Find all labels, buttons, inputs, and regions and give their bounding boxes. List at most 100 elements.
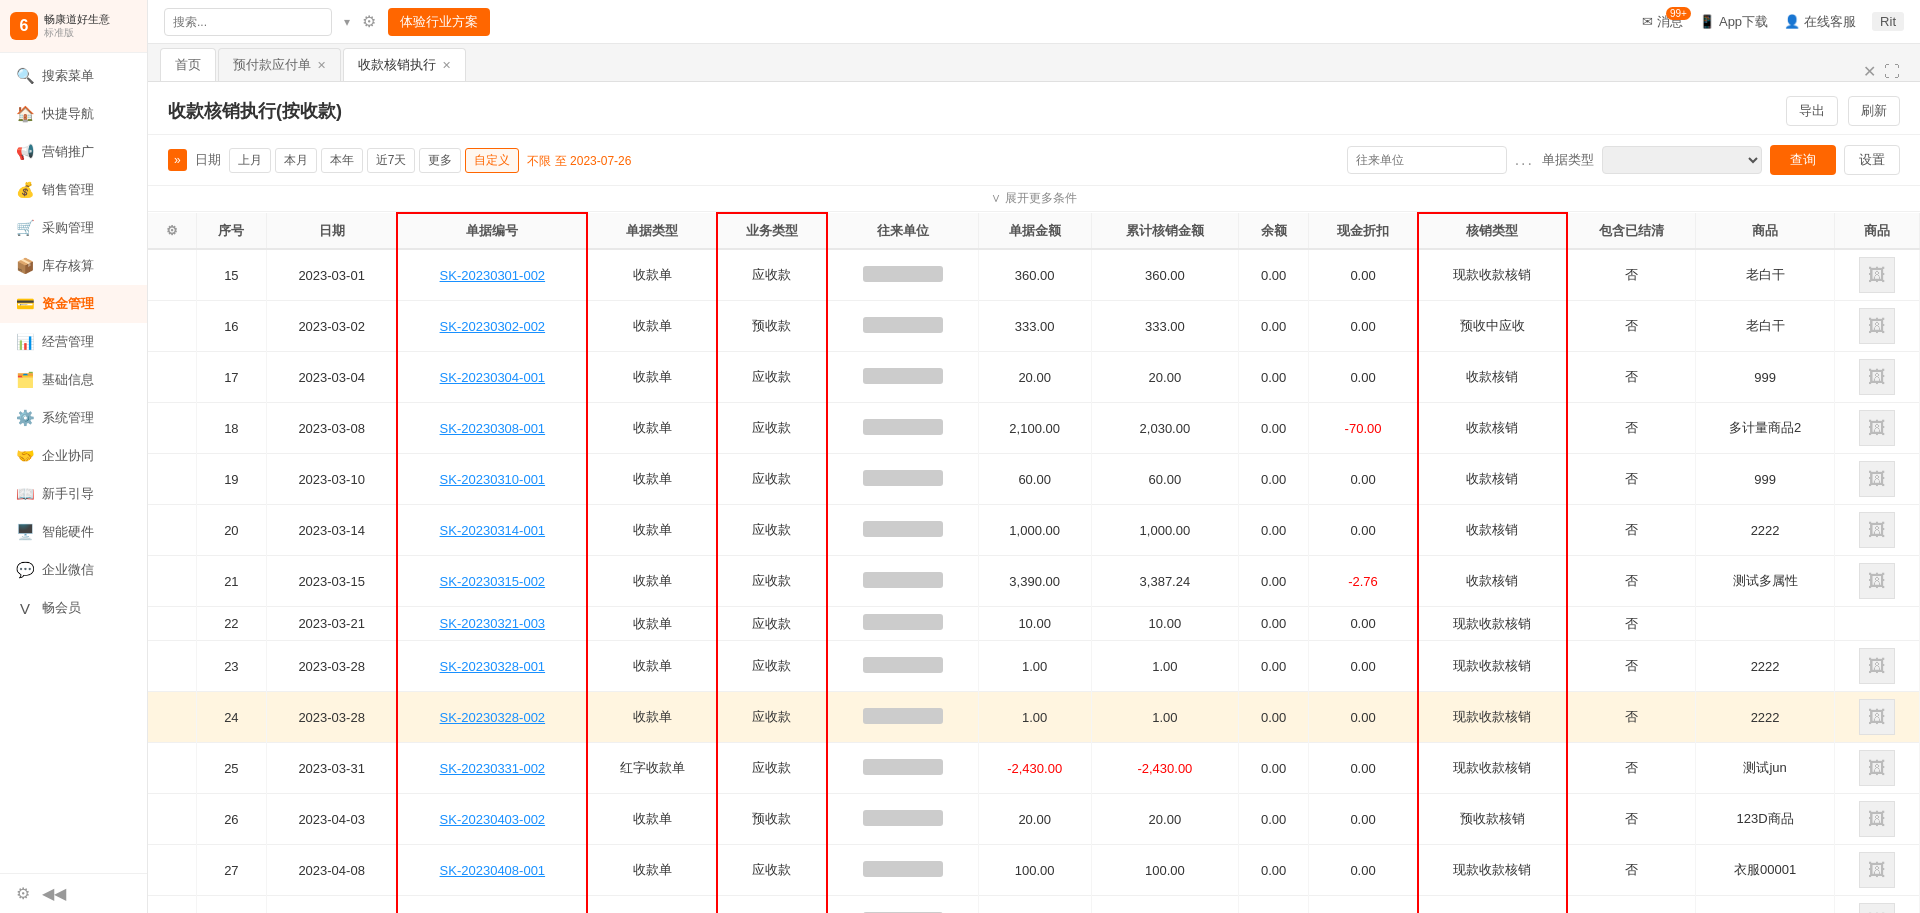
sidebar-item-label: 企业协同	[42, 447, 94, 465]
col-include-settled: 包含已结清	[1567, 213, 1696, 249]
filter-date-custom[interactable]: 自定义	[465, 148, 519, 173]
solution-button[interactable]: 体验行业方案	[388, 8, 490, 36]
filter-date-this-year[interactable]: 本年	[321, 148, 363, 173]
table-row[interactable]: 242023-03-28SK-20230328-002收款单应收款1.001.0…	[148, 692, 1920, 743]
topbar-right: ✉ 消息 99+ 📱 App下载 👤 在线客服 Rit	[1642, 12, 1904, 31]
table-row[interactable]: 162023-03-02SK-20230302-002收款单预收款333.003…	[148, 301, 1920, 352]
col-biz-type: 业务类型	[717, 213, 827, 249]
filter-date-this-month[interactable]: 本月	[275, 148, 317, 173]
sidebar-item-purchase[interactable]: 🛒 采购管理	[0, 209, 147, 247]
sidebar-item-inventory[interactable]: 📦 库存核算	[0, 247, 147, 285]
sidebar-item-label: 库存核算	[42, 257, 94, 275]
tab-expand-icon[interactable]: ⛶	[1884, 63, 1900, 81]
sidebar-item-search[interactable]: 🔍 搜索菜单	[0, 57, 147, 95]
collapse-icon[interactable]: ◀◀	[42, 884, 66, 903]
table-row[interactable]: 252023-03-31SK-20230331-002红字收款单应收款-2,43…	[148, 743, 1920, 794]
bill-no-link[interactable]: SK-20230310-001	[397, 454, 587, 505]
app-label: App下载	[1719, 13, 1768, 31]
table-row[interactable]: 152023-03-01SK-20230301-002收款单应收款360.003…	[148, 249, 1920, 301]
table-row[interactable]: 172023-03-04SK-20230304-001收款单应收款20.0020…	[148, 352, 1920, 403]
sidebar-item-label: 智能硬件	[42, 523, 94, 541]
filter-set-button[interactable]: 设置	[1844, 145, 1900, 175]
topbar-app[interactable]: 📱 App下载	[1699, 13, 1768, 31]
tab-home[interactable]: 首页	[160, 48, 216, 81]
table-row[interactable]: 212023-03-15SK-20230315-002收款单应收款3,390.0…	[148, 556, 1920, 607]
bill-no-link[interactable]: SK-20230304-001	[397, 352, 587, 403]
bill-no-link[interactable]: SK-20230403-002	[397, 794, 587, 845]
table-row[interactable]: 182023-03-08SK-20230308-001收款单应收款2,100.0…	[148, 403, 1920, 454]
table-row[interactable]: 232023-03-28SK-20230328-001收款单应收款1.001.0…	[148, 641, 1920, 692]
filter-toggle-icon[interactable]: »	[168, 149, 187, 171]
tab-collection-close-icon[interactable]: ✕	[442, 59, 451, 72]
sidebar-item-guide[interactable]: 📖 新手引导	[0, 475, 147, 513]
table-row[interactable]: 262023-04-03SK-20230403-002收款单预收款20.0020…	[148, 794, 1920, 845]
sidebar-item-sales[interactable]: 💰 销售管理	[0, 171, 147, 209]
tab-home-label: 首页	[175, 56, 201, 74]
col-gear[interactable]: ⚙	[148, 213, 196, 249]
col-bill-no: 单据编号	[397, 213, 587, 249]
col-discount: 现金折扣	[1309, 213, 1418, 249]
sidebar-item-base[interactable]: 🗂️ 基础信息	[0, 361, 147, 399]
sidebar-item-label: 经营管理	[42, 333, 94, 351]
sidebar-item-wechat[interactable]: 💬 企业微信	[0, 551, 147, 589]
table-row[interactable]: 272023-04-08SK-20230408-001收款单应收款100.001…	[148, 845, 1920, 896]
bill-no-link[interactable]: SK-20230418-001	[397, 896, 587, 914]
system-icon: ⚙️	[16, 409, 34, 427]
sidebar-logo: 6 畅康道好生意 标准版	[0, 0, 147, 53]
sidebar-item-label: 采购管理	[42, 219, 94, 237]
topbar-chevron-icon[interactable]: ▾	[344, 15, 350, 29]
refresh-button[interactable]: 刷新	[1848, 96, 1900, 126]
topbar-msg[interactable]: ✉ 消息 99+	[1642, 13, 1683, 31]
bill-no-link[interactable]: SK-20230315-002	[397, 556, 587, 607]
table-wrap: ⚙ 序号 日期 单据编号 单据类型 业务类型 往来单位 单据金额 累计核销金额 …	[148, 212, 1920, 913]
sidebar-item-hardware[interactable]: 🖥️ 智能硬件	[0, 513, 147, 551]
bill-no-link[interactable]: SK-20230301-002	[397, 249, 587, 301]
filter-bar: » 日期 上月 本月 本年 近7天 更多 自定义 不限 至 2023-07-26…	[148, 135, 1920, 186]
sidebar-logo-name: 畅康道好生意	[44, 12, 110, 26]
topbar-service[interactable]: 👤 在线客服	[1784, 13, 1856, 31]
bill-no-link[interactable]: SK-20230328-001	[397, 641, 587, 692]
col-amount: 单据金额	[978, 213, 1091, 249]
wechat-icon: 💬	[16, 561, 34, 579]
table-row[interactable]: 222023-03-21SK-20230321-003收款单应收款10.0010…	[148, 607, 1920, 641]
table-row[interactable]: 282023-04-18SK-20230418-001收款单应收款100.001…	[148, 896, 1920, 914]
sidebar-item-member[interactable]: V 畅会员	[0, 589, 147, 627]
expand-label: 展开更多条件	[1005, 191, 1077, 205]
filter-date-7days[interactable]: 近7天	[367, 148, 416, 173]
sidebar-item-operation[interactable]: 📊 经营管理	[0, 323, 147, 361]
sidebar-item-quicknav[interactable]: 🏠 快捷导航	[0, 95, 147, 133]
filter-type-select[interactable]	[1602, 146, 1762, 174]
filter-date-prev-month[interactable]: 上月	[229, 148, 271, 173]
export-button[interactable]: 导出	[1786, 96, 1838, 126]
sidebar-item-system[interactable]: ⚙️ 系统管理	[0, 399, 147, 437]
table-row[interactable]: 192023-03-10SK-20230310-001收款单应收款60.0060…	[148, 454, 1920, 505]
bill-no-link[interactable]: SK-20230408-001	[397, 845, 587, 896]
topbar-search-input[interactable]	[164, 8, 332, 36]
sidebar-logo-badge: 标准版	[44, 26, 110, 40]
bill-no-link[interactable]: SK-20230328-002	[397, 692, 587, 743]
operation-icon: 📊	[16, 333, 34, 351]
expand-bar[interactable]: ∨ 展开更多条件	[148, 186, 1920, 212]
filter-dots[interactable]: ...	[1515, 151, 1534, 169]
bill-no-link[interactable]: SK-20230314-001	[397, 505, 587, 556]
table-row[interactable]: 202023-03-14SK-20230314-001收款单应收款1,000.0…	[148, 505, 1920, 556]
col-goods-thumb: 商品	[1835, 213, 1920, 249]
bill-no-link[interactable]: SK-20230331-002	[397, 743, 587, 794]
filter-unit-input[interactable]	[1347, 146, 1507, 174]
bill-no-link[interactable]: SK-20230321-003	[397, 607, 587, 641]
tab-prepay-close-icon[interactable]: ✕	[317, 59, 326, 72]
tab-prepay[interactable]: 预付款应付单 ✕	[218, 48, 341, 81]
topbar-gear-icon[interactable]: ⚙	[362, 12, 376, 31]
tab-close-all-icon[interactable]: ✕	[1863, 62, 1876, 81]
bill-no-link[interactable]: SK-20230302-002	[397, 301, 587, 352]
sidebar-item-marketing[interactable]: 📢 营销推广	[0, 133, 147, 171]
filter-date-more[interactable]: 更多	[419, 148, 461, 173]
content-header: 收款核销执行(按收款) 导出 刷新	[148, 82, 1920, 135]
sidebar-item-finance[interactable]: 💳 资金管理	[0, 285, 147, 323]
tab-collection[interactable]: 收款核销执行 ✕	[343, 48, 466, 81]
topbar-user[interactable]: Rit	[1872, 12, 1904, 31]
filter-query-button[interactable]: 查询	[1770, 145, 1836, 175]
settings-icon[interactable]: ⚙	[16, 884, 30, 903]
bill-no-link[interactable]: SK-20230308-001	[397, 403, 587, 454]
sidebar-item-corp[interactable]: 🤝 企业协同	[0, 437, 147, 475]
